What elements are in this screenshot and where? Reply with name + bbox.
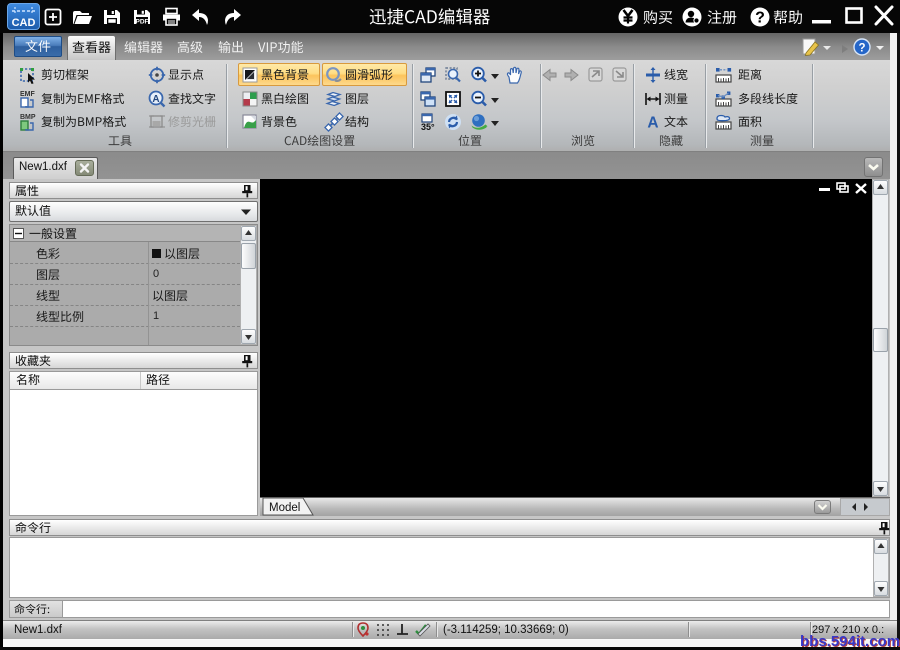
svg-text:Model: Model bbox=[269, 502, 300, 514]
svg-text:35°: 35° bbox=[421, 122, 435, 132]
svg-text:A: A bbox=[647, 115, 658, 132]
svg-text:A: A bbox=[152, 94, 159, 105]
svg-text:PDF: PDF bbox=[136, 18, 149, 25]
svg-text:BMP: BMP bbox=[20, 114, 36, 121]
svg-text:?: ? bbox=[755, 10, 765, 27]
svg-text:CAD: CAD bbox=[12, 17, 36, 29]
svg-text:?: ? bbox=[858, 43, 865, 55]
svg-text:EMF: EMF bbox=[20, 91, 36, 98]
